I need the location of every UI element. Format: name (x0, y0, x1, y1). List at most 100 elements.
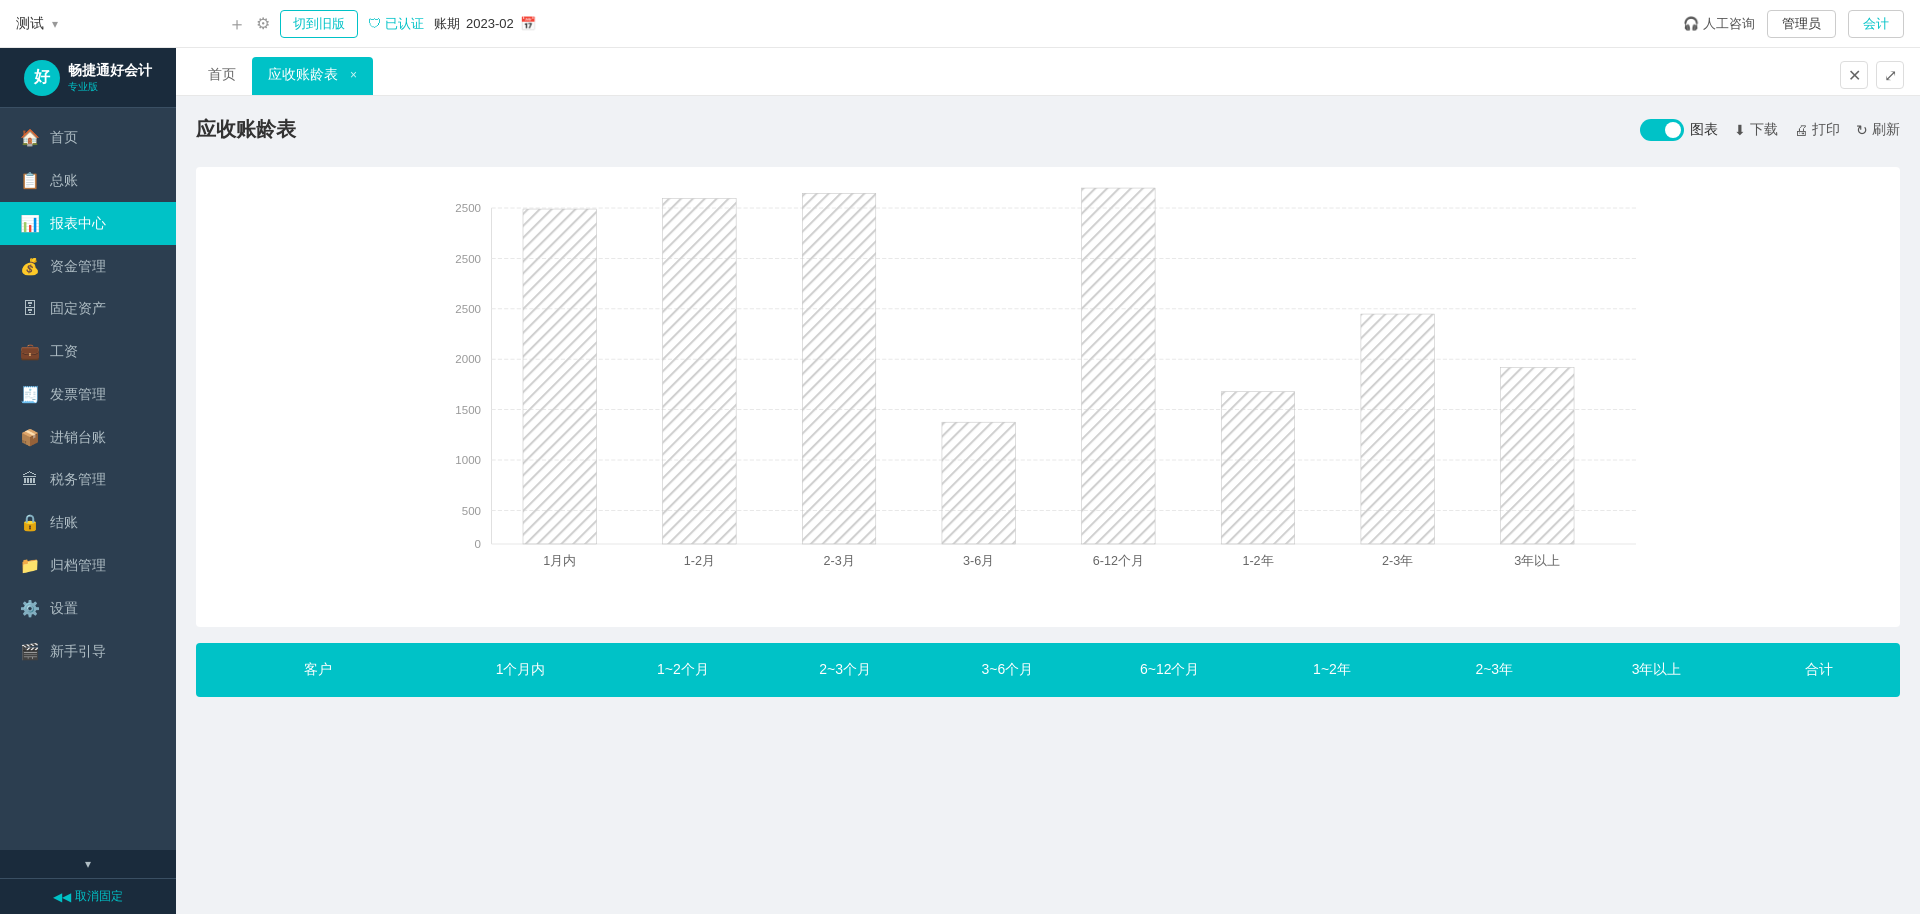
refresh-button[interactable]: ↻ 刷新 (1856, 121, 1900, 139)
guide-icon: 🎬 (20, 642, 40, 661)
col-3year-plus: 3年以上 (1575, 643, 1737, 697)
top-bar-actions: ＋ ⚙ 切到旧版 🛡 已认证 账期 2023-02 📅 (228, 10, 536, 38)
archive-icon: 📁 (20, 556, 40, 575)
add-icon[interactable]: ＋ (228, 12, 246, 36)
sidebar-item-archive[interactable]: 📁 归档管理 (0, 544, 176, 587)
consult-button[interactable]: 🎧 人工咨询 (1683, 15, 1755, 33)
page-title: 应收账龄表 (196, 116, 296, 143)
print-button[interactable]: 🖨 打印 (1794, 121, 1840, 139)
download-button[interactable]: ⬇ 下载 (1734, 121, 1778, 139)
sidebar-item-assets[interactable]: 🗄 固定资产 (0, 288, 176, 330)
company-selector[interactable]: 测试 ▾ (16, 15, 216, 33)
sidebar-item-label: 首页 (50, 129, 78, 147)
bar-chart: 2500 2500 2500 2000 1500 1000 500 0 (216, 187, 1880, 607)
svg-text:2-3月: 2-3月 (823, 554, 854, 568)
col-total: 合计 (1738, 643, 1900, 697)
trade-icon: 📦 (20, 428, 40, 447)
svg-text:2500: 2500 (455, 202, 481, 214)
settings-icon[interactable]: ⚙ (256, 14, 270, 33)
sidebar-item-guide[interactable]: 🎬 新手引导 (0, 630, 176, 673)
sidebar-item-label: 总账 (50, 172, 78, 190)
pin-icon: ◀◀ (53, 890, 71, 904)
shield-icon: 🛡 (368, 16, 381, 31)
sidebar-item-label: 进销台账 (50, 429, 106, 447)
top-bar: 测试 ▾ ＋ ⚙ 切到旧版 🛡 已认证 账期 2023-02 📅 🎧 人工咨询 … (0, 0, 1920, 48)
tabs-bar: 首页 应收账龄表 × ✕ ⤢ (176, 48, 1920, 96)
cancel-fixed-button[interactable]: ◀◀ 取消固定 (0, 878, 176, 914)
tab-receivable-aging[interactable]: 应收账龄表 × (252, 57, 373, 95)
svg-text:3年以上: 3年以上 (1514, 554, 1560, 568)
sidebar-item-close[interactable]: 🔒 结账 (0, 501, 176, 544)
scroll-down-button[interactable]: ▾ (0, 850, 176, 878)
page-header: 应收账龄表 图表 ⬇ 下载 🖨 打印 ↻ (196, 116, 1900, 143)
col-1-2year: 1~2年 (1251, 643, 1413, 697)
chevron-down-icon: ▾ (85, 857, 91, 871)
chart-icon: 📊 (20, 214, 40, 233)
lock-icon: 🔒 (20, 513, 40, 532)
page-actions: 图表 ⬇ 下载 🖨 打印 ↻ 刷新 (1640, 119, 1900, 141)
svg-rect-18 (523, 209, 597, 544)
company-name: 测试 (16, 15, 44, 33)
svg-text:500: 500 (462, 505, 481, 517)
svg-text:6-12个月: 6-12个月 (1093, 554, 1144, 568)
sidebar-item-settings[interactable]: ⚙️ 设置 (0, 587, 176, 630)
period-info: 账期 2023-02 📅 (434, 15, 536, 33)
svg-rect-19 (663, 199, 737, 544)
svg-text:2500: 2500 (455, 253, 481, 265)
sidebar-item-label: 设置 (50, 600, 78, 618)
col-2-3year: 2~3年 (1413, 643, 1575, 697)
svg-rect-23 (1221, 392, 1295, 544)
sidebar-item-label: 结账 (50, 514, 78, 532)
calendar-icon[interactable]: 📅 (520, 16, 536, 31)
sidebar-item-label: 新手引导 (50, 643, 106, 661)
page-content: 应收账龄表 图表 ⬇ 下载 🖨 打印 ↻ (176, 96, 1920, 914)
svg-rect-21 (942, 422, 1016, 544)
sidebar-item-label: 工资 (50, 343, 78, 361)
download-icon: ⬇ (1734, 122, 1746, 138)
sidebar: 好 畅捷通好会计 专业版 🏠 首页 📋 总账 📊 报表中心 💰 资金管理 (0, 48, 176, 914)
invoice-icon: 🧾 (20, 385, 40, 404)
assets-icon: 🗄 (20, 300, 40, 318)
sidebar-item-ledger[interactable]: 📋 总账 (0, 159, 176, 202)
sidebar-item-trade[interactable]: 📦 进销台账 (0, 416, 176, 459)
svg-rect-22 (1082, 188, 1156, 544)
home-icon: 🏠 (20, 128, 40, 147)
chart-card: 2500 2500 2500 2000 1500 1000 500 0 (196, 167, 1900, 627)
table-header: 客户 1个月内 1~2个月 2~3个月 3~6个月 6~12个月 1~2年 2~… (196, 643, 1900, 697)
expand-button[interactable]: ⤢ (1876, 61, 1904, 89)
col-6-12month: 6~12个月 (1089, 643, 1251, 697)
sidebar-item-tax[interactable]: 🏛 税务管理 (0, 459, 176, 501)
sidebar-item-salary[interactable]: 💼 工资 (0, 330, 176, 373)
logo-icon: 好 (24, 60, 60, 96)
sidebar-item-label: 报表中心 (50, 215, 106, 233)
sidebar-item-reports[interactable]: 📊 报表中心 (0, 202, 176, 245)
sidebar-logo: 好 畅捷通好会计 专业版 (0, 48, 176, 108)
sidebar-item-home[interactable]: 🏠 首页 (0, 116, 176, 159)
top-bar-right: 🎧 人工咨询 管理员 会计 (1683, 10, 1904, 38)
tab-home[interactable]: 首页 (192, 57, 252, 95)
tab-close-button[interactable]: × (350, 68, 357, 82)
accounting-button[interactable]: 会计 (1848, 10, 1904, 38)
tax-icon: 🏛 (20, 471, 40, 489)
headset-icon: 🎧 (1683, 16, 1699, 31)
chart-toggle-group: 图表 (1640, 119, 1718, 141)
svg-text:1月内: 1月内 (543, 554, 576, 568)
svg-text:0: 0 (475, 538, 481, 550)
admin-button[interactable]: 管理员 (1767, 10, 1836, 38)
close-tab-button[interactable]: ✕ (1840, 61, 1868, 89)
chart-toggle-label: 图表 (1690, 121, 1718, 139)
chart-toggle[interactable] (1640, 119, 1684, 141)
svg-text:2500: 2500 (455, 303, 481, 315)
svg-text:1000: 1000 (455, 454, 481, 466)
sidebar-item-label: 资金管理 (50, 258, 106, 276)
ledger-icon: 📋 (20, 171, 40, 190)
content-area: 首页 应收账龄表 × ✕ ⤢ 应收账龄表 图表 (176, 48, 1920, 914)
switch-version-button[interactable]: 切到旧版 (280, 10, 358, 38)
sidebar-item-capital[interactable]: 💰 资金管理 (0, 245, 176, 288)
refresh-icon: ↻ (1856, 122, 1868, 138)
sidebar-item-invoice[interactable]: 🧾 发票管理 (0, 373, 176, 416)
svg-text:3-6月: 3-6月 (963, 554, 994, 568)
col-customer: 客户 (196, 643, 439, 697)
sidebar-item-label: 税务管理 (50, 471, 106, 489)
col-3-6month: 3~6个月 (926, 643, 1088, 697)
